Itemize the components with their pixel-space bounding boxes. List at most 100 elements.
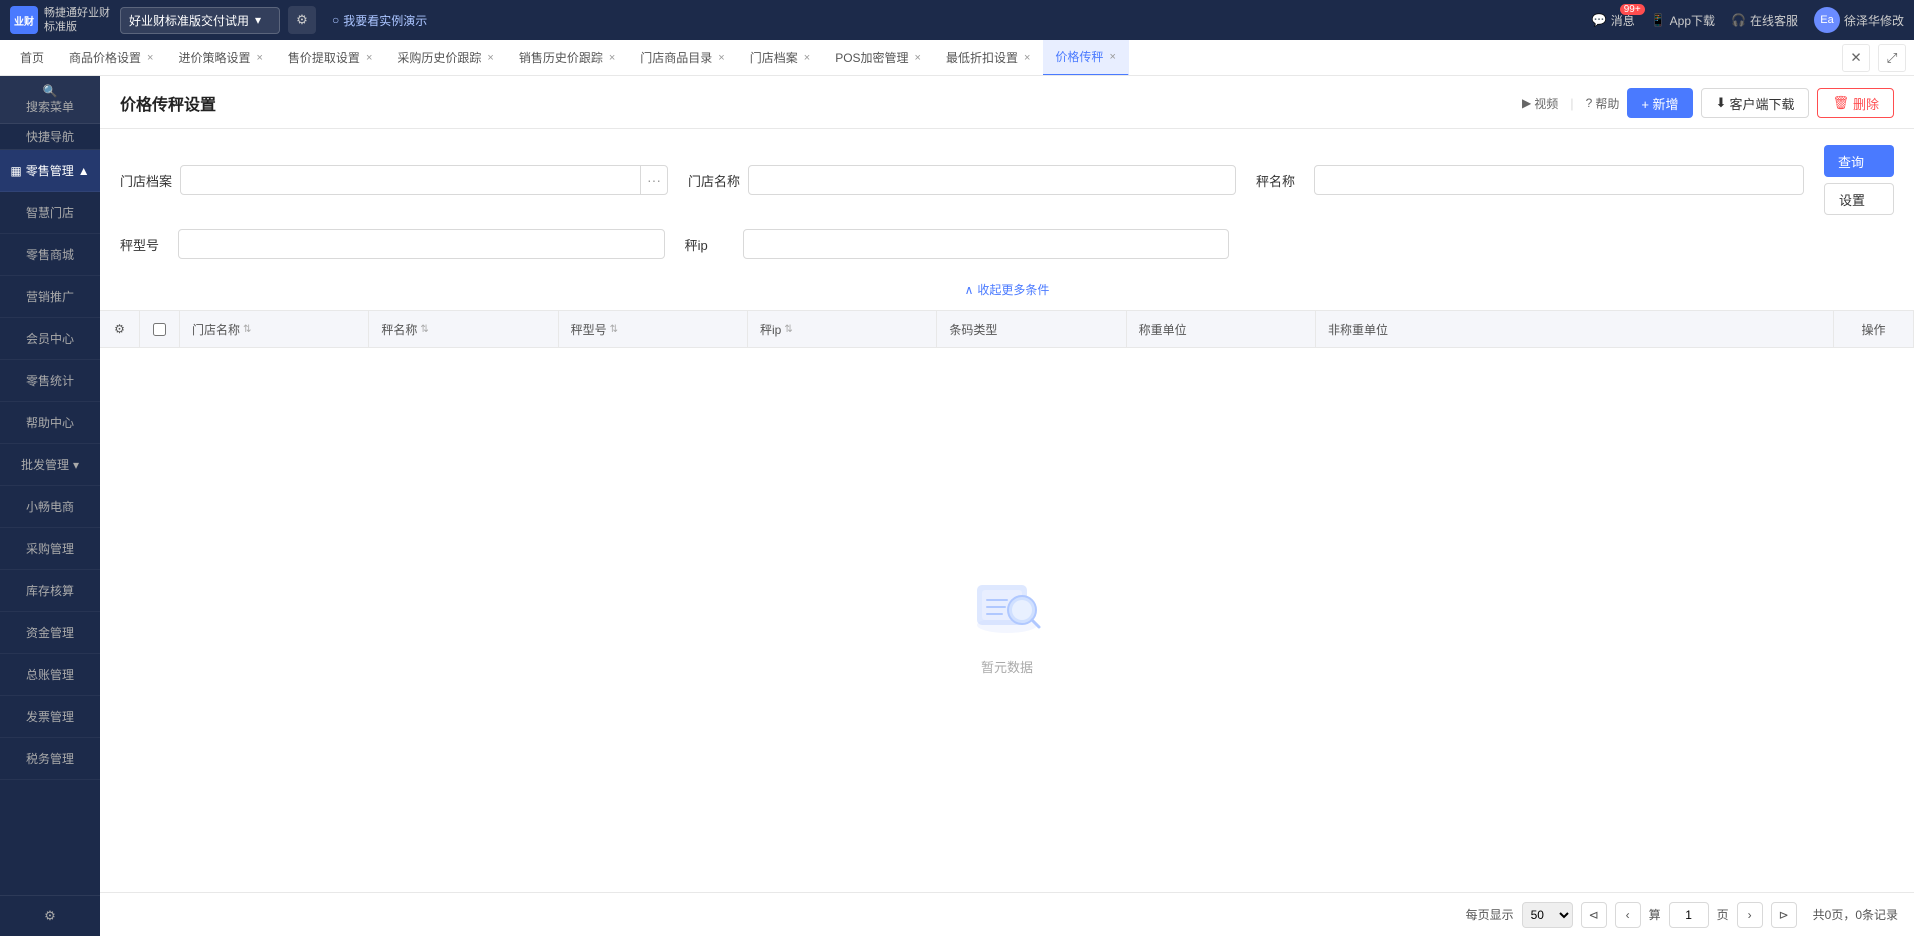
sidebar-item-inventory[interactable]: 库存核算 (0, 570, 100, 612)
sidebar-item-member[interactable]: 会员中心 (0, 318, 100, 360)
tab-close-purchase-strategy[interactable]: × (256, 52, 262, 64)
demo-link[interactable]: ○ 我要看实例演示 (332, 12, 427, 29)
filter-area: 门店档案 ··· 门店名称 秤名称 查询 设置 (100, 129, 1914, 310)
sidebar-item-smart-store[interactable]: 智慧门店 (0, 192, 100, 234)
tab-purchase-strategy[interactable]: 进价策略设置 × (166, 40, 275, 76)
th-non-weight-unit: 非称重单位 (1316, 311, 1834, 347)
sidebar-item-ecommerce[interactable]: 小畅电商 (0, 486, 100, 528)
sidebar-quick-nav[interactable]: 快捷导航 (0, 124, 100, 150)
th-weight-unit: 称重单位 (1127, 311, 1316, 347)
filter-row-2: 秤型号 秤ip (120, 229, 1894, 259)
app-download-btn[interactable]: 📱 App下载 (1651, 12, 1715, 29)
delete-btn[interactable]: 🗑 删除 (1817, 88, 1894, 118)
th-scale-model: 秤型号 ⇅ (559, 311, 748, 347)
query-btn[interactable]: 查询 (1824, 145, 1894, 177)
settings-icon[interactable]: ⚙ (288, 6, 316, 34)
scale-ip-input[interactable] (743, 229, 1230, 259)
scale-model-label: 秤型号 (120, 235, 170, 254)
tab-close-all-btn[interactable]: ✕ (1842, 44, 1870, 72)
store-name-input[interactable] (748, 165, 1236, 195)
filter-store-name: 门店名称 (688, 165, 1236, 195)
sort-scale-ip-icon[interactable]: ⇅ (784, 324, 792, 335)
tab-close-sale-history[interactable]: × (609, 52, 615, 64)
sidebar-item-marketing[interactable]: 营销推广 (0, 276, 100, 318)
per-page-label: 每页显示 (1466, 906, 1514, 923)
search-icon: 🔍 (43, 84, 58, 98)
tab-min-discount[interactable]: 最低折扣设置 × (934, 40, 1043, 76)
last-page-btn[interactable]: ⊳ (1771, 902, 1797, 928)
tab-bar-actions: ✕ ⤢ (1842, 44, 1906, 72)
download-btn[interactable]: ⬇ 客户端下载 (1701, 88, 1810, 118)
tab-purchase-history[interactable]: 采购历史价跟踪 × (385, 40, 506, 76)
top-bar: 业财 畅捷通好业财 标准版 好业财标准版交付试用 ▾ ⚙ ○ 我要看实例演示 💬… (0, 0, 1914, 40)
tab-close-pos-manage[interactable]: × (915, 52, 921, 64)
tab-close-purchase-history[interactable]: × (487, 52, 493, 64)
sort-scale-name-icon[interactable]: ⇅ (420, 324, 428, 335)
sidebar-item-ledger[interactable]: 总账管理 (0, 654, 100, 696)
sort-store-name-icon[interactable]: ⇅ (243, 324, 251, 335)
sidebar-item-wholesale[interactable]: 批发管理 ▾ (0, 444, 100, 486)
page-input[interactable] (1669, 902, 1709, 928)
scale-model-input[interactable] (178, 229, 665, 259)
pagination-summary: 共0页，0条记录 (1813, 906, 1898, 923)
filter-row-1: 门店档案 ··· 门店名称 秤名称 查询 设置 (120, 145, 1894, 215)
user-menu[interactable]: Ea 徐泽华修改 (1814, 7, 1904, 33)
tab-close-min-discount[interactable]: × (1024, 52, 1030, 64)
first-page-btn[interactable]: ⊲ (1581, 902, 1607, 928)
online-service-btn[interactable]: 🎧 在线客服 (1731, 12, 1798, 29)
setup-btn[interactable]: 设置 (1824, 183, 1894, 215)
tab-pos-manage[interactable]: POS加密管理 × (823, 40, 934, 76)
tab-close-price-setting[interactable]: × (147, 52, 153, 64)
collapse-btn[interactable]: ∧ 收起更多条件 (120, 273, 1894, 310)
tab-sale-history[interactable]: 销售历史价跟踪 × (507, 40, 628, 76)
sidebar-item-tax[interactable]: 税务管理 (0, 738, 100, 780)
tab-store-catalog[interactable]: 门店商品目录 × (628, 40, 737, 76)
headset-icon: 🎧 (1731, 13, 1746, 27)
scale-name-input[interactable] (1314, 165, 1804, 195)
main-layout: 🔍 搜索菜单 快捷导航 ▦ 零售管理 ▲ 智慧门店 零售商城 营销推广 会员中心… (0, 76, 1914, 936)
sidebar-item-retail-mall[interactable]: 零售商城 (0, 234, 100, 276)
help-link[interactable]: ? 帮助 (1586, 95, 1620, 112)
tab-price-setting[interactable]: 商品价格设置 × (57, 40, 166, 76)
video-link[interactable]: ▶ 视频 (1522, 95, 1558, 112)
add-btn[interactable]: + 新增 (1627, 88, 1692, 118)
prev-page-btn[interactable]: ‹ (1615, 902, 1641, 928)
tab-close-store-catalog[interactable]: × (718, 52, 724, 64)
th-check[interactable] (140, 311, 180, 347)
logo-text: 畅捷通好业财 标准版 (44, 6, 110, 35)
page-word-label: 算 (1649, 906, 1661, 923)
store-archive-input[interactable] (181, 173, 640, 187)
sidebar-item-help[interactable]: 帮助中心 (0, 402, 100, 444)
select-all-checkbox[interactable] (153, 323, 166, 336)
tab-close-price-scale[interactable]: × (1109, 51, 1115, 63)
th-store-name: 门店名称 ⇅ (180, 311, 369, 347)
tab-expand-btn[interactable]: ⤢ (1878, 44, 1906, 72)
sidebar-item-invoice[interactable]: 发票管理 (0, 696, 100, 738)
sidebar-item-purchase[interactable]: 采购管理 (0, 528, 100, 570)
settings-gear-icon: ⚙ (44, 908, 56, 923)
th-settings[interactable]: ⚙ (100, 311, 140, 347)
top-bar-right: 💬 消息 99+ 📱 App下载 🎧 在线客服 Ea 徐泽华修改 (1592, 7, 1904, 33)
tab-close-store-file[interactable]: × (804, 52, 810, 64)
sidebar-search[interactable]: 🔍 搜索菜单 (0, 76, 100, 124)
sort-scale-model-icon[interactable]: ⇅ (610, 324, 618, 335)
version-selector[interactable]: 好业财标准版交付试用 ▾ (120, 7, 280, 34)
query-action-col: 查询 设置 (1824, 145, 1894, 215)
tab-home[interactable]: 首页 (8, 40, 57, 76)
sidebar-item-retail[interactable]: ▦ 零售管理 ▲ (0, 150, 100, 192)
per-page-select[interactable]: 50 10 20 100 (1522, 902, 1573, 928)
tab-sale-extract[interactable]: 售价提取设置 × (276, 40, 385, 76)
next-page-btn[interactable]: › (1737, 902, 1763, 928)
messages-btn[interactable]: 💬 消息 99+ (1592, 12, 1635, 29)
store-archive-dots-btn[interactable]: ··· (640, 166, 667, 194)
tab-close-sale-extract[interactable]: × (366, 52, 372, 64)
th-barcode-type: 条码类型 (937, 311, 1126, 347)
retail-icon: ▦ (10, 164, 21, 178)
sidebar-settings-btn[interactable]: ⚙ (0, 895, 100, 936)
settings-col-icon: ⚙ (114, 322, 125, 336)
tab-price-scale[interactable]: 价格传秤 × (1043, 40, 1128, 76)
sidebar-item-finance[interactable]: 资金管理 (0, 612, 100, 654)
sidebar-item-retail-stats[interactable]: 零售统计 (0, 360, 100, 402)
tab-store-file[interactable]: 门店档案 × (738, 40, 823, 76)
phone-icon: 📱 (1651, 13, 1666, 27)
